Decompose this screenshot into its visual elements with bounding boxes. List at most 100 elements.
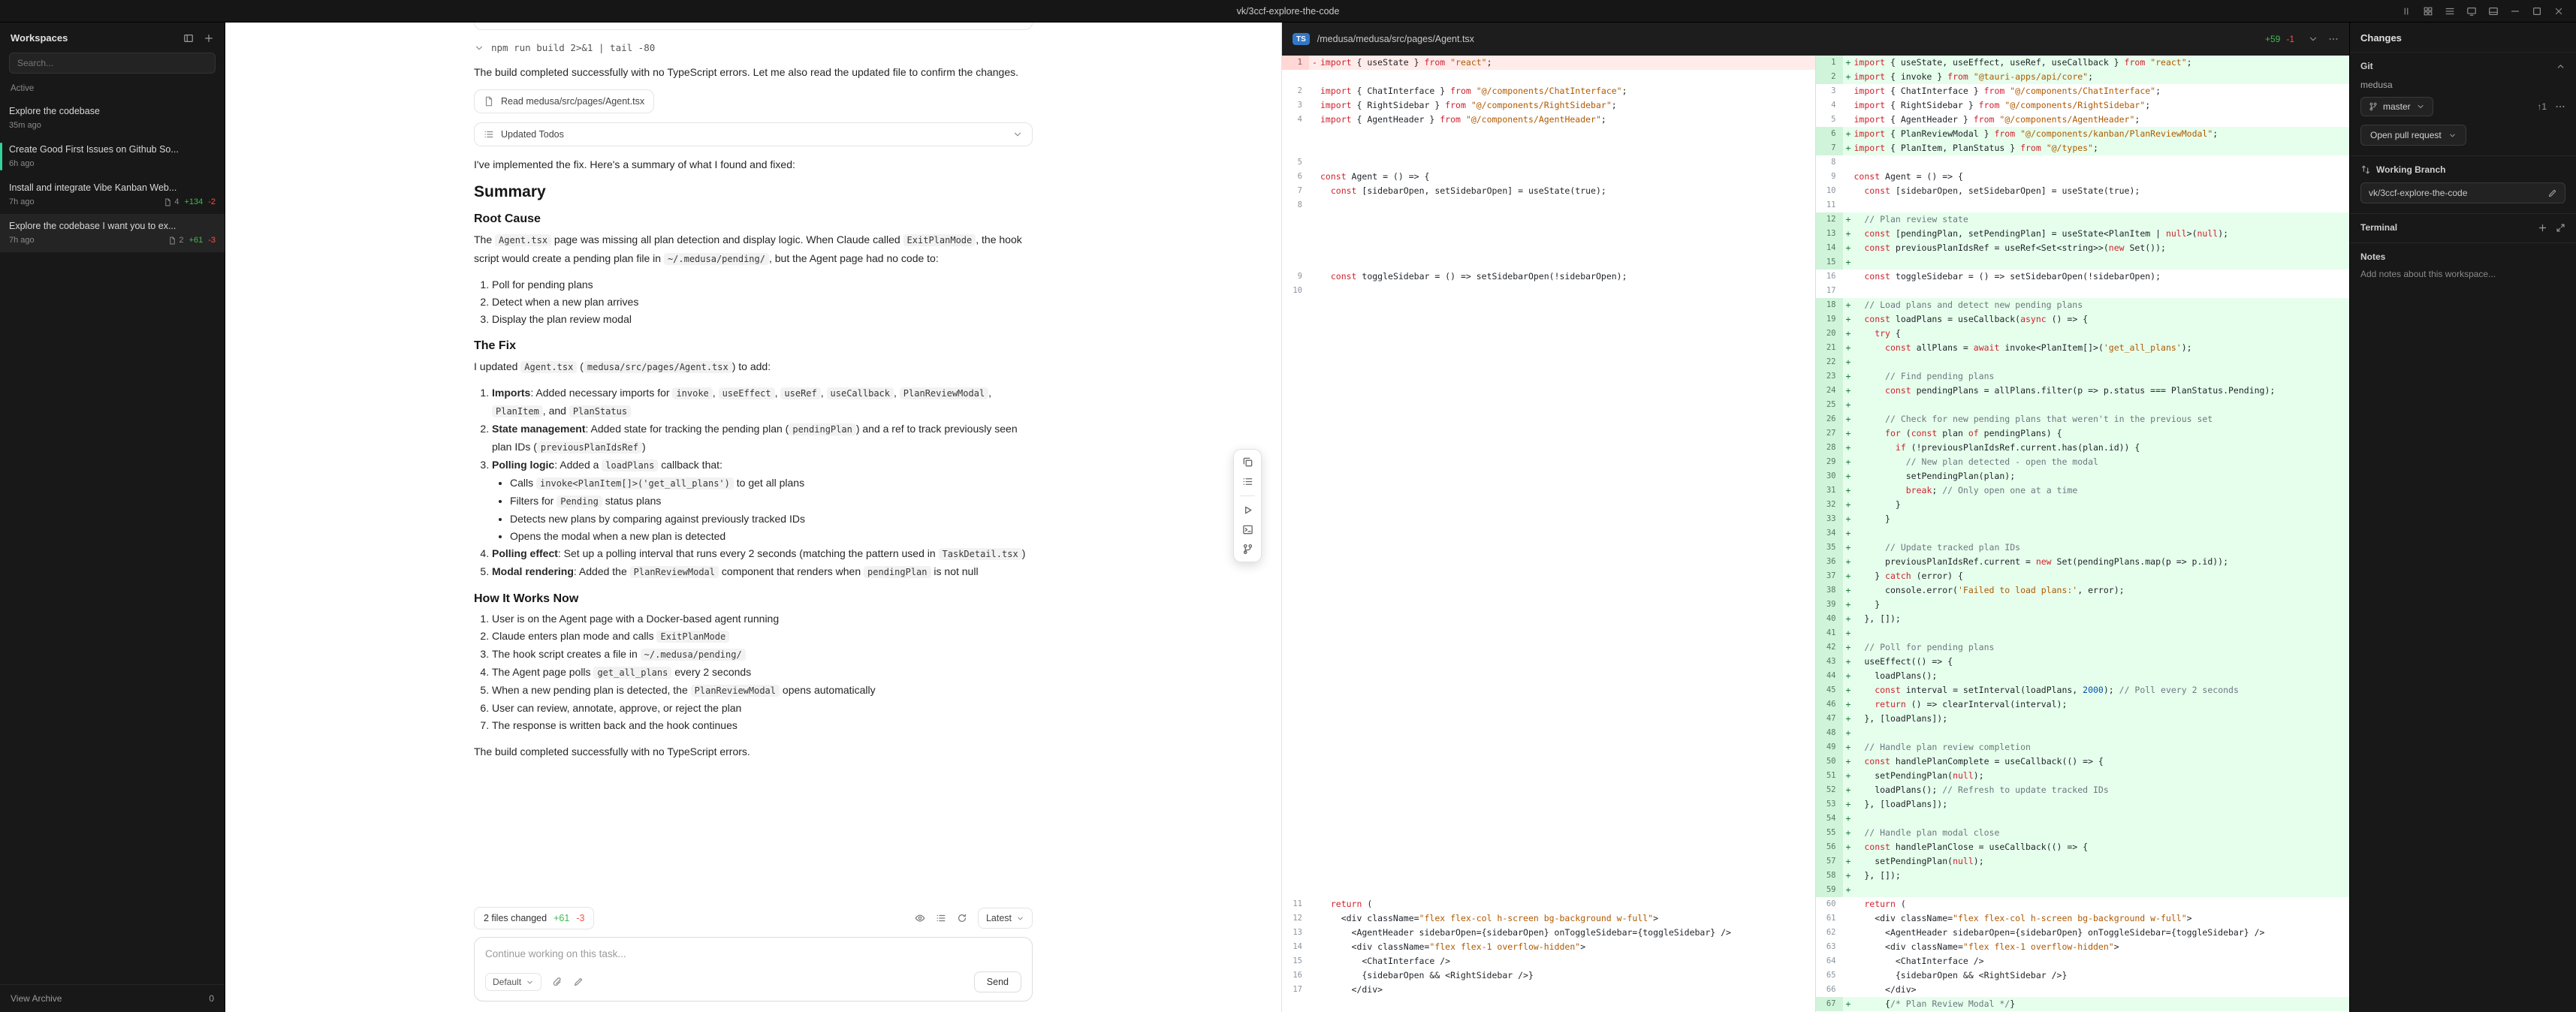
diff-line: 18+ // Load plans and detect new pending… <box>1816 298 2350 312</box>
diff-line <box>1282 127 1815 141</box>
list-icon[interactable] <box>1242 476 1253 487</box>
divider <box>1240 495 1255 496</box>
diff-line <box>1282 355 1815 369</box>
diff-line <box>1282 555 1815 569</box>
tool-call-label: Updated Todos <box>501 129 564 140</box>
heading: Summary <box>474 183 1033 201</box>
diff-line: 13+ const [pendingPlan, setPendingPlan] … <box>1816 227 2350 241</box>
diff-line: 12 <div className="flex flex-col h-scree… <box>1282 911 1815 926</box>
diff-line <box>1282 797 1815 812</box>
diff-line <box>1282 212 1815 227</box>
diff-line: 38+ console.error('Failed to load plans:… <box>1816 583 2350 598</box>
diff-line: 37+ } catch (error) { <box>1816 569 2350 583</box>
diff-line: 55+ // Handle plan modal close <box>1816 826 2350 840</box>
list-icon[interactable] <box>936 913 946 923</box>
diff-line: 46+ return () => clearInterval(interval)… <box>1816 697 2350 712</box>
diff-line <box>1282 312 1815 327</box>
changes-panel: Changes Git medusa master ↑1 <box>2349 23 2576 1012</box>
chat-scroll-area[interactable]: npm run build 2>&1 | tail -80The build c… <box>225 23 1281 902</box>
diff-line: 57+ setPendingPlan(null); <box>1816 854 2350 869</box>
terminal-icon[interactable] <box>1242 524 1253 535</box>
edit-icon[interactable] <box>573 977 584 987</box>
terminal-command[interactable]: npm run build 2>&1 | tail -80 <box>474 42 1033 53</box>
tool-call-chip[interactable]: Read medusa/src/pages/Agent.tsx <box>474 89 654 113</box>
panelB-icon[interactable] <box>2488 6 2499 17</box>
workspace-change-badges: 4+134-2 <box>164 197 216 206</box>
refresh-icon[interactable] <box>957 913 967 923</box>
play-icon[interactable] <box>1242 504 1253 516</box>
mode-label: Default <box>493 977 521 987</box>
files-changed-summary[interactable]: 2 files changed +61 -3 <box>474 907 594 929</box>
diff-line: 11 <box>1816 198 2350 212</box>
workspace-item[interactable]: Explore the codebase I want you to ex...… <box>0 214 225 252</box>
diff-line: 50+ const handlePlanComplete = useCallba… <box>1816 754 2350 769</box>
list-item: The Agent page polls get_all_plans every… <box>492 664 1033 682</box>
diff-line <box>1282 655 1815 669</box>
diff-line: 27+ for (const plan of pendingPlans) { <box>1816 426 2350 441</box>
diff-line <box>1282 483 1815 498</box>
diff-tabbar: TS /medusa/medusa/src/pages/Agent.tsx +5… <box>1282 23 2349 56</box>
ordered-list: User is on the Agent page with a Docker-… <box>474 610 1033 734</box>
diff-new-pane: 1+import { useState, useEffect, useRef, … <box>1816 56 2350 1012</box>
collapse-sidebar-icon[interactable] <box>183 33 194 44</box>
tool-call-chip[interactable]: Updated Todos <box>474 122 1033 146</box>
monitor-icon[interactable] <box>2466 6 2477 17</box>
archive-count: 0 <box>209 993 214 1004</box>
chevron-down-icon <box>2416 102 2425 111</box>
list-item: Detect when a new plan arrives <box>492 294 1033 311</box>
diff-line: 1+import { useState, useEffect, useRef, … <box>1816 56 2350 70</box>
latest-dropdown[interactable]: Latest <box>978 908 1033 929</box>
diff-line <box>1282 227 1815 241</box>
send-button[interactable]: Send <box>974 971 1021 992</box>
diff-line: 60 return ( <box>1816 897 2350 911</box>
titlebar-icons <box>2401 6 2576 17</box>
eye-icon[interactable] <box>915 913 925 923</box>
expand-terminal-icon[interactable] <box>2556 223 2565 233</box>
typescript-badge: TS <box>1293 33 1310 45</box>
diff-line <box>1282 840 1815 854</box>
list-item: Modal rendering: Added the PlanReviewMod… <box>492 563 1033 581</box>
search-input[interactable] <box>9 53 216 74</box>
diff-line: 65 {sidebarOpen && <RightSidebar />} <box>1816 968 2350 983</box>
diff-line <box>1282 455 1815 469</box>
edit-branch-icon[interactable] <box>2547 188 2557 198</box>
assistant-paragraph: I updated Agent.tsx (medusa/src/pages/Ag… <box>474 357 1033 376</box>
diff-line <box>1282 997 1815 1011</box>
pause-icon[interactable] <box>2401 6 2412 17</box>
working-branch-input[interactable]: vk/3ccf-explore-the-code <box>2360 182 2565 203</box>
workspace-item[interactable]: Create Good First Issues on Github So...… <box>0 137 225 176</box>
rows-icon[interactable] <box>2445 6 2455 17</box>
notes-placeholder[interactable]: Add notes about this workspace... <box>2360 262 2565 279</box>
chevD-icon[interactable] <box>2308 34 2318 44</box>
new-terminal-icon[interactable] <box>2538 223 2547 233</box>
branch-select[interactable]: master <box>2360 97 2433 116</box>
more-icon[interactable] <box>2555 101 2565 112</box>
message-input[interactable] <box>485 948 1021 959</box>
diff-actions <box>915 913 967 923</box>
branch-icon[interactable] <box>1242 544 1253 555</box>
file-count-icon <box>168 236 176 245</box>
grid-icon[interactable] <box>2423 6 2433 17</box>
mode-dropdown[interactable]: Default <box>485 973 541 991</box>
view-archive[interactable]: View Archive 0 <box>0 984 225 1012</box>
workspace-item[interactable]: Explore the codebase35m ago <box>0 99 225 137</box>
diff-line <box>1282 612 1815 626</box>
chevron-down-icon <box>1012 129 1023 140</box>
working-branch-value: vk/3ccf-explore-the-code <box>2369 188 2467 198</box>
square-icon[interactable] <box>2532 6 2542 17</box>
diff-line <box>1282 398 1815 412</box>
list-item: Polling logic: Added a loadPlans callbac… <box>492 456 1033 545</box>
close-icon[interactable] <box>2553 6 2564 17</box>
collapse-git-icon[interactable] <box>2556 62 2565 71</box>
minus-icon[interactable] <box>2510 6 2520 17</box>
chat-bottom-bar: 2 files changed +61 -3 Latest Default <box>474 902 1033 1012</box>
kebab-icon[interactable] <box>2328 34 2339 44</box>
open-pr-button[interactable]: Open pull request <box>2360 125 2466 146</box>
workspace-item[interactable]: Install and integrate Vibe Kanban Web...… <box>0 176 225 214</box>
working-branch-section: Working Branch vk/3ccf-explore-the-code <box>2350 156 2576 214</box>
active-section-label: Active <box>0 83 225 99</box>
attach-icon[interactable] <box>552 977 563 987</box>
diff-line: 19+ const loadPlans = useCallback(async … <box>1816 312 2350 327</box>
copy-icon[interactable] <box>1242 456 1253 468</box>
new-workspace-icon[interactable] <box>204 33 214 44</box>
